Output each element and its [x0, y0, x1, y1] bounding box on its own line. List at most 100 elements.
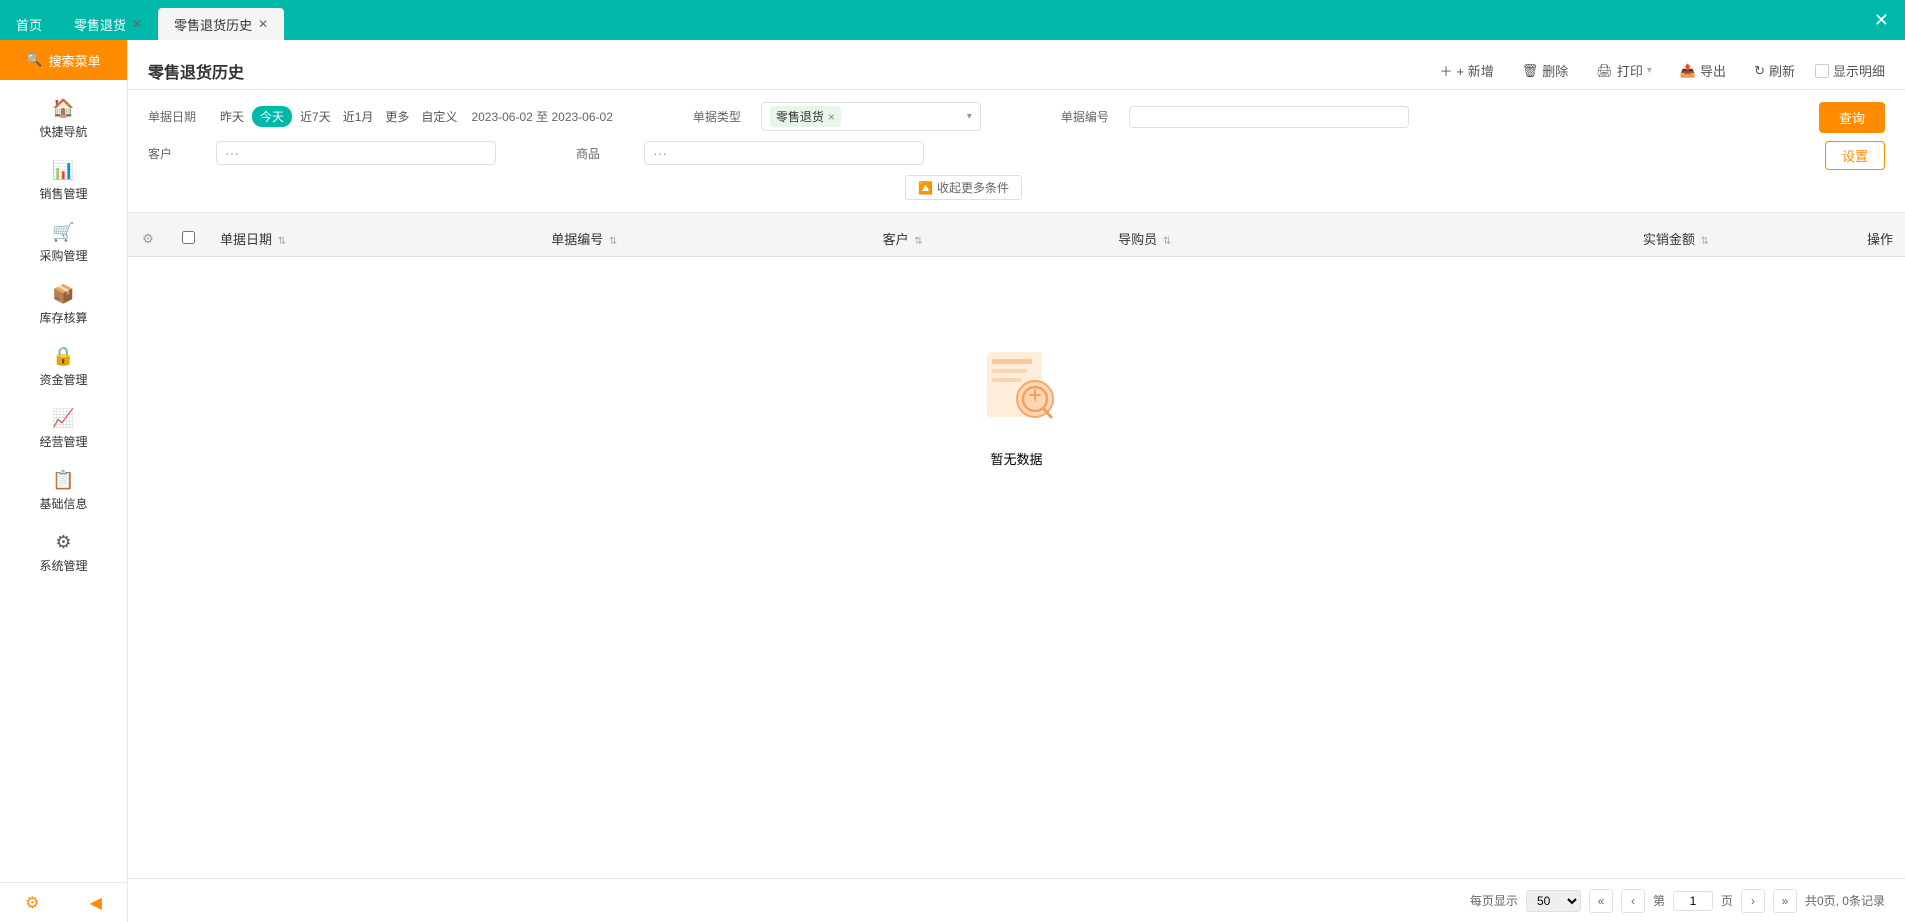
tab-retail-return-close[interactable]: ✕: [132, 17, 142, 31]
sidebar-item-system-label: 系统管理: [39, 557, 87, 574]
date-filter-label: 单据日期: [148, 108, 208, 125]
table-col-action: 操作: [1721, 221, 1905, 257]
display-detail-checkbox[interactable]: [1815, 64, 1829, 78]
next-page-button[interactable]: ›: [1741, 889, 1765, 913]
table-col-amount: 实销金额 ⇅: [1390, 221, 1721, 257]
search-menu-button[interactable]: 🔍 搜索菜单: [0, 40, 127, 80]
first-page-button[interactable]: «: [1589, 889, 1613, 913]
new-button[interactable]: ＋ + 新增: [1432, 57, 1502, 84]
refresh-icon: ↻: [1754, 63, 1765, 79]
collapse-label: 收起更多条件: [937, 179, 1009, 196]
main-layout: 🔍 搜索菜单 🏠 快捷导航 📊 销售管理 🛒 采购管理 📦 库存核算 🔒: [0, 40, 1905, 922]
empty-state: 暂无数据: [128, 257, 1905, 548]
print-label: 打印: [1617, 61, 1643, 80]
sidebar-item-base-info[interactable]: 📋 基础信息: [0, 460, 127, 522]
table-col-number-sort-icon[interactable]: ⇅: [609, 236, 617, 247]
sidebar-nav: 🏠 快捷导航 📊 销售管理 🛒 采购管理 📦 库存核算 🔒 资金管理 📈: [0, 80, 127, 882]
header-actions: ＋ + 新增 🗑 删除 🖨 打印 ▾ 📤 导出 ↻: [1432, 57, 1885, 84]
window-close-button[interactable]: ✕: [1858, 10, 1905, 31]
refresh-button[interactable]: ↻ 刷新: [1746, 57, 1803, 84]
date-filter-options: 昨天 今天 近7天 近1月 更多 自定义 2023-06-02 至 2023-0…: [216, 106, 613, 127]
filter-area: 单据日期 昨天 今天 近7天 近1月 更多 自定义 2023-06-02 至 2…: [128, 90, 1905, 213]
purchase-icon: 🛒: [52, 222, 74, 243]
table-col-customer-sort-icon[interactable]: ⇅: [914, 236, 922, 247]
table-col-customer-label: 客户: [883, 232, 909, 247]
print-icon: 🖨: [1596, 63, 1613, 79]
sidebar-item-inventory-label: 库存核算: [39, 309, 87, 326]
table-col-amount-sort-icon[interactable]: ⇅: [1701, 236, 1709, 247]
export-button[interactable]: 📤 导出: [1672, 57, 1734, 84]
goods-filter-label: 商品: [576, 145, 636, 162]
type-filter-tag-remove[interactable]: ×: [828, 110, 835, 124]
sidebar-settings-icon[interactable]: ⚙: [25, 893, 39, 913]
delete-icon: 🗑: [1522, 63, 1539, 79]
sidebar-item-finance-label: 资金管理: [39, 371, 87, 388]
table-col-guide-sort-icon[interactable]: ⇅: [1163, 236, 1171, 247]
page-unit-label: 页: [1721, 892, 1733, 909]
type-filter-tag: 零售退货 ×: [770, 106, 841, 127]
page-number-input[interactable]: [1673, 891, 1713, 911]
table-col-date-sort-icon[interactable]: ⇅: [278, 236, 286, 247]
goods-filter-input[interactable]: ···: [644, 141, 924, 165]
number-filter-input[interactable]: [1129, 106, 1409, 128]
goods-dots-icon: ···: [653, 145, 667, 161]
sidebar-item-finance[interactable]: 🔒 资金管理: [0, 336, 127, 398]
date-option-more[interactable]: 更多: [381, 106, 413, 127]
page-title: 零售退货历史: [148, 59, 244, 83]
export-label: 导出: [1700, 61, 1726, 80]
refresh-label: 刷新: [1769, 61, 1795, 80]
tab-home[interactable]: 首页: [0, 8, 58, 40]
total-info-text: 共0页, 0条记录: [1805, 892, 1885, 909]
sidebar-bottom: ⚙ ◀: [0, 882, 127, 922]
type-filter-label: 单据类型: [693, 108, 753, 125]
query-button[interactable]: 查询: [1819, 102, 1885, 133]
new-label: + 新增: [1457, 61, 1494, 80]
print-button[interactable]: 🖨 打印 ▾: [1588, 57, 1660, 84]
table-col-customer: 客户 ⇅: [871, 221, 1107, 257]
sidebar-item-sales[interactable]: 📊 销售管理: [0, 150, 127, 212]
empty-state-illustration: [967, 337, 1067, 437]
date-option-1month[interactable]: 近1月: [339, 106, 378, 127]
new-icon: ＋: [1440, 61, 1453, 80]
prev-page-button[interactable]: ‹: [1621, 889, 1645, 913]
number-filter-label: 单据编号: [1061, 108, 1121, 125]
filter-row-2: 客户 ··· 商品 ···: [148, 141, 1779, 165]
sidebar-item-business[interactable]: 📈 经营管理: [0, 398, 127, 460]
sidebar-item-system[interactable]: ⚙ 系统管理: [0, 522, 127, 584]
table-container: ⚙ 单据日期 ⇅ 单据编号 ⇅: [128, 221, 1905, 878]
customer-filter-input[interactable]: ···: [216, 141, 496, 165]
table-select-all-checkbox[interactable]: [182, 231, 195, 244]
tab-retail-return[interactable]: 零售退货 ✕: [58, 8, 158, 40]
tab-retail-return-history-close[interactable]: ✕: [258, 17, 268, 31]
last-page-button[interactable]: »: [1773, 889, 1797, 913]
type-filter-select[interactable]: 零售退货 × ▾: [761, 102, 981, 131]
export-icon: 📤: [1680, 63, 1696, 79]
type-filter-chevron-icon: ▾: [967, 111, 972, 122]
delete-button[interactable]: 🗑 删除: [1514, 57, 1577, 84]
tab-retail-return-history[interactable]: 零售退货历史 ✕: [158, 8, 284, 40]
sidebar-item-purchase[interactable]: 🛒 采购管理: [0, 212, 127, 274]
table-col-number: 单据编号 ⇅: [539, 221, 870, 257]
filter-action-buttons: 查询 设置: [1799, 102, 1885, 170]
type-filter-item: 单据类型 零售退货 × ▾: [693, 102, 981, 131]
sidebar-item-inventory[interactable]: 📦 库存核算: [0, 274, 127, 336]
table-settings-icon[interactable]: ⚙: [142, 231, 154, 246]
table-col-guide: 导购员 ⇅: [1106, 221, 1389, 257]
page-size-select[interactable]: 50 100 200: [1526, 890, 1581, 912]
collapse-button[interactable]: 🔼 收起更多条件: [905, 175, 1022, 200]
date-option-7days[interactable]: 近7天: [296, 106, 335, 127]
date-filter-item: 单据日期 昨天 今天 近7天 近1月 更多 自定义 2023-06-02 至 2…: [148, 106, 613, 127]
display-detail-toggle[interactable]: 显示明细: [1815, 61, 1885, 80]
date-option-today[interactable]: 今天: [252, 106, 292, 127]
page-size-label: 每页显示: [1470, 892, 1518, 909]
pagination: 每页显示 50 100 200 « ‹ 第 页 › » 共0页, 0条记录: [128, 878, 1905, 922]
sidebar-item-quick-nav[interactable]: 🏠 快捷导航: [0, 88, 127, 150]
date-option-yesterday[interactable]: 昨天: [216, 106, 248, 127]
sidebar-audio-icon[interactable]: ◀: [90, 893, 102, 913]
filter-settings-button[interactable]: 设置: [1825, 141, 1885, 170]
top-bar: 首页 零售退货 ✕ 零售退货历史 ✕ ✕: [0, 0, 1905, 40]
display-detail-label: 显示明细: [1833, 61, 1885, 80]
page-info-label: 第: [1653, 892, 1665, 909]
table-col-date-label: 单据日期: [220, 232, 272, 247]
date-option-custom[interactable]: 自定义: [417, 106, 461, 127]
